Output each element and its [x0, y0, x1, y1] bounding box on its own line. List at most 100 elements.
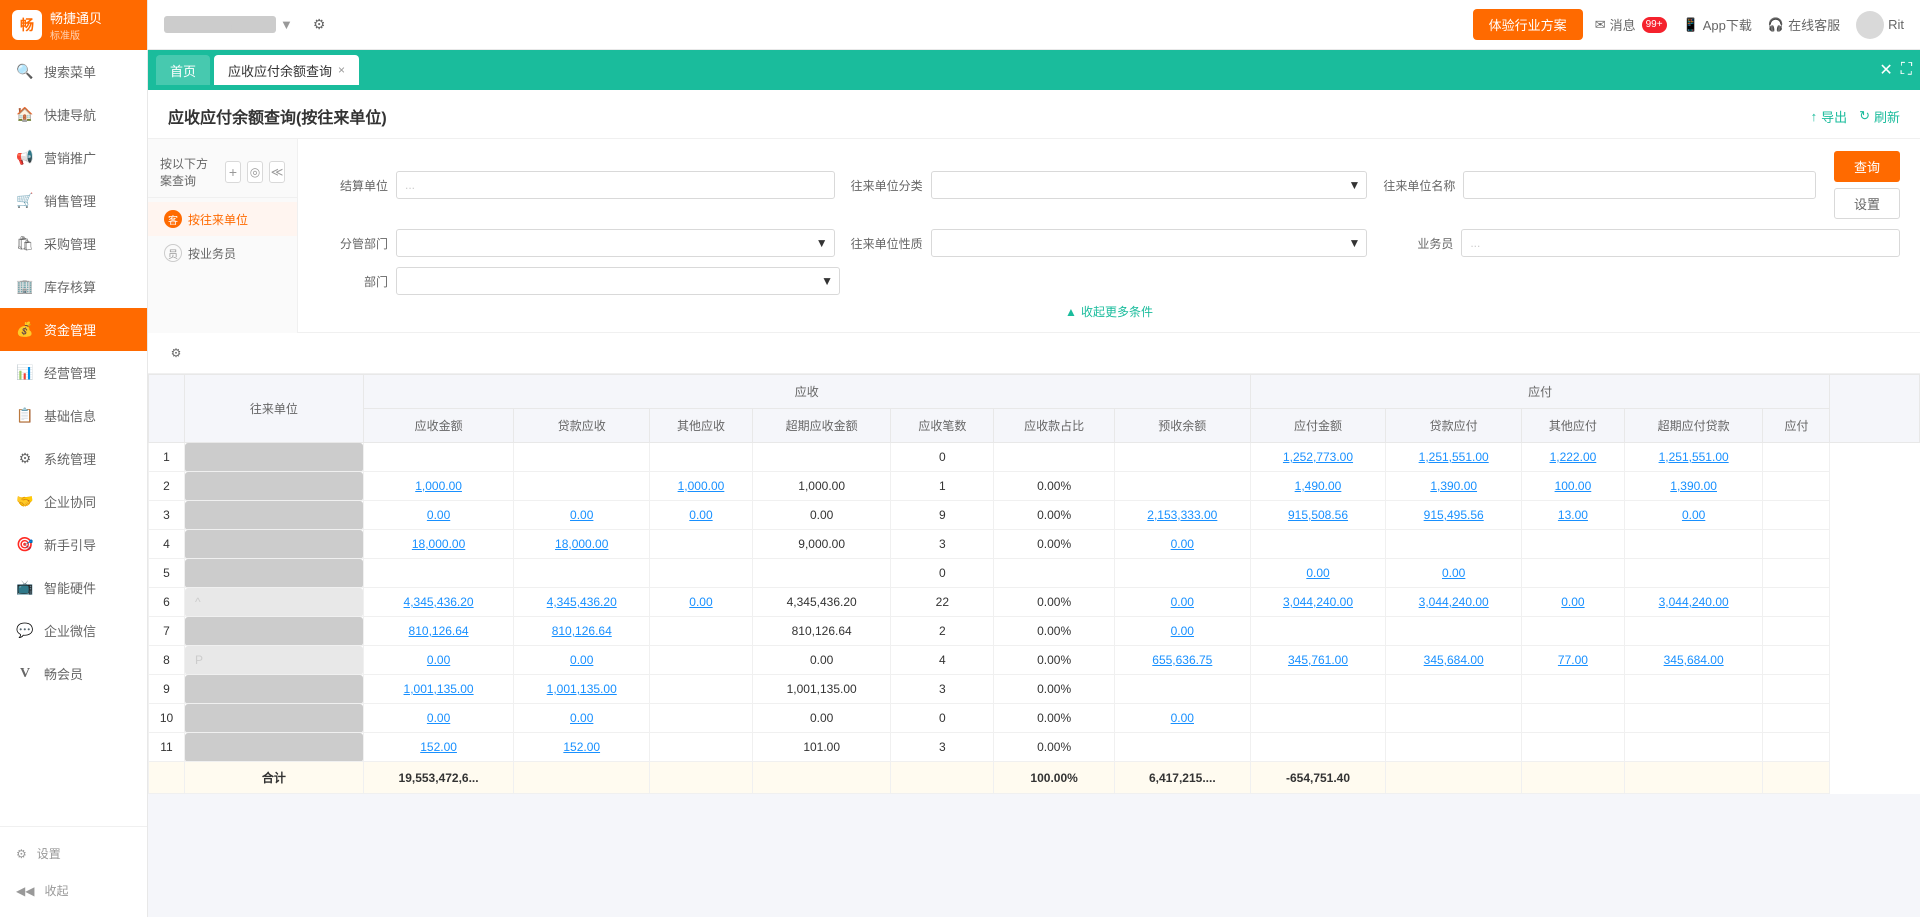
table-cell[interactable]: 100.00 — [1522, 472, 1625, 501]
table-cell[interactable]: 0.00 — [1114, 617, 1250, 646]
table-cell[interactable]: 152.00 — [514, 733, 650, 762]
table-cell[interactable]: 0.00 — [363, 646, 514, 675]
table-cell[interactable]: 0.00 — [650, 588, 753, 617]
settings-icon-button[interactable]: ⚙ — [305, 12, 334, 37]
table-cell[interactable]: 810,126.64 — [363, 617, 514, 646]
dropdown-arrow[interactable]: ▼ — [280, 17, 293, 32]
table-cell[interactable]: 345,684.00 — [1624, 646, 1763, 675]
table-settings-icon[interactable]: ⚙ — [164, 341, 188, 365]
table-cell[interactable]: 152.00 — [363, 733, 514, 762]
table-cell[interactable]: 2,153,333.00 — [1114, 501, 1250, 530]
table-cell[interactable]: 0.00 — [1522, 588, 1625, 617]
table-cell[interactable]: 1,490.00 — [1250, 472, 1386, 501]
table-cell[interactable]: 810,126.64 — [514, 617, 650, 646]
user-menu[interactable]: Rit — [1856, 11, 1904, 39]
app-download-button[interactable]: 📱 App下载 — [1683, 15, 1752, 34]
salesman-icon: 员 — [164, 244, 182, 262]
customer-nature-select[interactable]: ▼ — [931, 229, 1368, 257]
sidebar-item-wechat[interactable]: 💬 企业微信 — [0, 609, 147, 652]
label-subdept: 部门 — [318, 273, 388, 290]
table-cell[interactable]: 0.00 — [650, 501, 753, 530]
subdept-select[interactable]: ▼ — [396, 267, 840, 295]
query-by-customer[interactable]: 客 按往来单位 — [148, 202, 297, 236]
sidebar-item-inventory[interactable]: 🏢 库存核算 — [0, 265, 147, 308]
query-button[interactable]: 查询 — [1834, 151, 1900, 182]
table-cell[interactable]: 13.00 — [1522, 501, 1625, 530]
sidebar-item-finance[interactable]: 💰 资金管理 — [0, 308, 147, 351]
table-cell[interactable]: 0.00 — [1386, 559, 1522, 588]
sidebar-item-purchase[interactable]: 🛍 采购管理 — [0, 222, 147, 265]
table-cell[interactable]: 3,044,240.00 — [1250, 588, 1386, 617]
table-cell[interactable]: 0.00 — [363, 704, 514, 733]
sidebar-item-search[interactable]: 🔍 搜索菜单 — [0, 50, 147, 93]
table-cell[interactable]: 915,495.56 — [1386, 501, 1522, 530]
sidebar-item-marketing[interactable]: 📢 营销推广 — [0, 136, 147, 179]
table-cell[interactable]: 1,001,135.00 — [514, 675, 650, 704]
table-cell[interactable]: 1,222.00 — [1522, 443, 1625, 472]
sidebar-item-guide[interactable]: 🎯 新手引导 — [0, 523, 147, 566]
sidebar-settings[interactable]: ⚙ 设置 — [0, 835, 147, 872]
table-cell[interactable]: 0.00 — [514, 704, 650, 733]
tab-home[interactable]: 首页 — [156, 55, 210, 85]
table-cell[interactable]: 0.00 — [514, 646, 650, 675]
table-cell[interactable]: 4,345,436.20 — [514, 588, 650, 617]
table-cell[interactable]: 0.00 — [363, 501, 514, 530]
tab-close-button[interactable]: × — [338, 63, 345, 77]
target-icon-button[interactable]: ◎ — [247, 161, 263, 183]
table-cell — [650, 733, 753, 762]
sidebar-item-operations[interactable]: 📊 经营管理 — [0, 351, 147, 394]
table-cell[interactable]: 655,636.75 — [1114, 646, 1250, 675]
table-cell[interactable]: 1,390.00 — [1624, 472, 1763, 501]
table-cell[interactable]: 345,761.00 — [1250, 646, 1386, 675]
collapse-button[interactable]: ▲ 收起更多条件 — [1065, 303, 1153, 320]
table-cell[interactable]: 0.00 — [514, 501, 650, 530]
salesman-input[interactable]: ... — [1461, 229, 1900, 257]
tab-close-window[interactable]: ✕ — [1879, 60, 1892, 80]
sidebar-item-nav[interactable]: 🏠 快捷导航 — [0, 93, 147, 136]
table-cell[interactable]: 1,251,551.00 — [1386, 443, 1522, 472]
company-name: XXXXXXXX有限公司 — [164, 16, 276, 33]
sidebar-item-system[interactable]: ⚙ 系统管理 — [0, 437, 147, 480]
customer-name-input[interactable] — [1463, 171, 1816, 199]
table-cell[interactable]: 1,001,135.00 — [363, 675, 514, 704]
table-cell[interactable]: 0.00 — [1624, 501, 1763, 530]
table-cell[interactable]: 18,000.00 — [514, 530, 650, 559]
sidebar-item-hardware[interactable]: 📺 智能硬件 — [0, 566, 147, 609]
table-cell[interactable]: 1,251,551.00 — [1624, 443, 1763, 472]
table-cell[interactable]: 1,390.00 — [1386, 472, 1522, 501]
message-button[interactable]: ✉ 消息 99+ — [1595, 15, 1667, 34]
table-cell[interactable]: 0.00 — [1114, 530, 1250, 559]
table-cell[interactable]: 1,000.00 — [650, 472, 753, 501]
settlement-input[interactable]: ... — [396, 171, 835, 199]
setting-button[interactable]: 设置 — [1834, 188, 1900, 219]
sidebar-item-basic[interactable]: 📋 基础信息 — [0, 394, 147, 437]
table-cell[interactable]: 0.00 — [1114, 588, 1250, 617]
table-cell[interactable]: 3,044,240.00 — [1624, 588, 1763, 617]
sidebar-collapse[interactable]: ◀◀ 收起 — [0, 872, 147, 909]
export-button[interactable]: ↑ 导出 — [1811, 107, 1848, 126]
add-filter-button[interactable]: + — [225, 161, 241, 183]
dept-select[interactable]: ▼ — [396, 229, 835, 257]
table-cell[interactable]: 77.00 — [1522, 646, 1625, 675]
refresh-button[interactable]: ↻ 刷新 — [1859, 107, 1900, 126]
th-qtyf: 其他应付 — [1522, 409, 1625, 443]
sidebar-item-sales[interactable]: 🛒 销售管理 — [0, 179, 147, 222]
table-cell[interactable]: 1,000.00 — [363, 472, 514, 501]
table-cell[interactable]: 4,345,436.20 — [363, 588, 514, 617]
trial-button[interactable]: 体验行业方案 — [1473, 9, 1583, 40]
sidebar-item-member[interactable]: V 畅会员 — [0, 652, 147, 695]
back-icon-button[interactable]: ≪ — [269, 161, 285, 183]
query-by-salesman[interactable]: 员 按业务员 — [148, 236, 297, 270]
table-cell[interactable]: 0.00 — [1114, 704, 1250, 733]
sidebar-item-collab[interactable]: 🤝 企业协同 — [0, 480, 147, 523]
table-cell[interactable]: 1,252,773.00 — [1250, 443, 1386, 472]
tab-arap[interactable]: 应收应付余额查询 × — [214, 55, 359, 85]
table-cell[interactable]: 345,684.00 — [1386, 646, 1522, 675]
tab-maximize[interactable]: ⛶ — [1901, 60, 1912, 80]
table-cell[interactable]: 3,044,240.00 — [1386, 588, 1522, 617]
table-cell[interactable]: 0.00 — [1250, 559, 1386, 588]
service-button[interactable]: 🎧 在线客服 — [1768, 15, 1840, 34]
table-cell[interactable]: 915,508.56 — [1250, 501, 1386, 530]
table-cell[interactable]: 18,000.00 — [363, 530, 514, 559]
customer-category-select[interactable]: ▼ — [931, 171, 1368, 199]
